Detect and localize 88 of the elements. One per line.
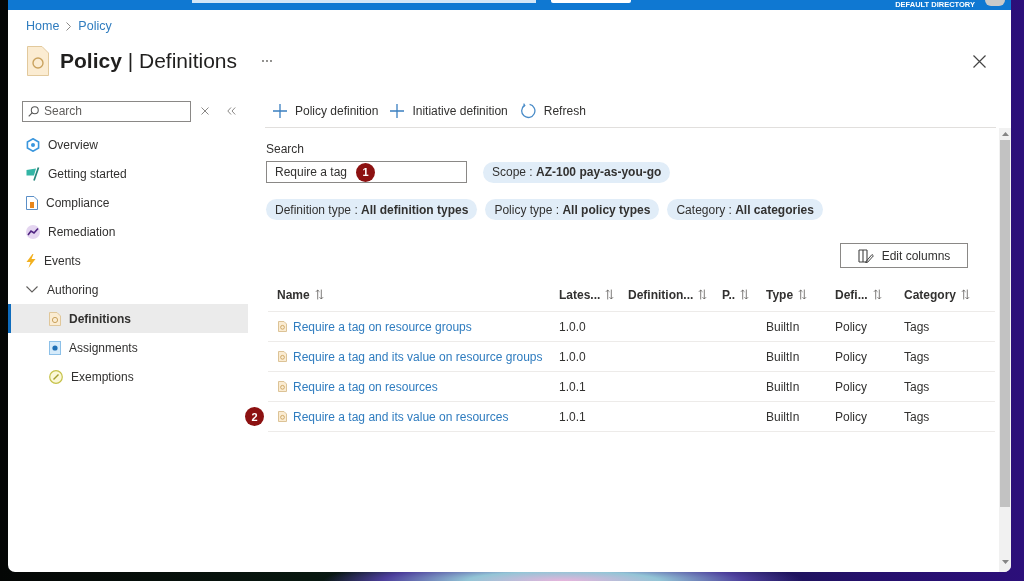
- refresh-icon: [519, 103, 536, 119]
- toolbar-button[interactable]: Initiative definition: [384, 98, 514, 124]
- sort-icon: [605, 289, 615, 300]
- definition-link[interactable]: Require a tag and its value on resource groups: [293, 349, 543, 364]
- document-circle-icon: [278, 321, 287, 332]
- table-cell: 1.0.0: [559, 319, 586, 334]
- top-search-field[interactable]: [192, 0, 536, 3]
- breadcrumb-link[interactable]: Home: [26, 19, 60, 33]
- table-cell: Policy: [835, 349, 867, 364]
- double-chevron-left-icon: [227, 107, 236, 115]
- filter-pill[interactable]: Category : All categories: [667, 199, 823, 220]
- clear-button[interactable]: [200, 106, 210, 116]
- definition-link[interactable]: Require a tag and its value on resources: [293, 409, 509, 424]
- toolbar-button[interactable]: Policy definition: [267, 98, 385, 124]
- column-header[interactable]: Lates...: [559, 287, 615, 302]
- columns-edit-icon: [857, 248, 874, 263]
- nav-item[interactable]: Events: [8, 246, 248, 275]
- filter-pill[interactable]: Definition type : All definition types: [266, 199, 478, 220]
- table-cell: 1.0.1: [559, 409, 586, 424]
- sort-icon: [314, 289, 324, 300]
- document-circle-icon: [278, 411, 287, 422]
- table-cell: BuiltIn: [766, 409, 800, 424]
- nav-item[interactable]: Exemptions: [8, 362, 248, 391]
- definition-link[interactable]: Require a tag on resources: [293, 379, 438, 394]
- scrollbar-thumb[interactable]: [1000, 140, 1010, 507]
- document-circle-icon: [278, 351, 287, 362]
- column-header[interactable]: Name: [277, 287, 324, 302]
- hexagon-icon: [26, 137, 40, 152]
- table-cell: BuiltIn: [766, 349, 800, 364]
- filter-pill[interactable]: Policy type : All policy types: [485, 199, 660, 220]
- close-icon: [973, 54, 986, 68]
- scope-filter-pill[interactable]: Scope : AZ-100 pay-as-you-go: [483, 161, 671, 183]
- plus-icon: [390, 104, 405, 118]
- nav-item[interactable]: Overview: [8, 130, 248, 159]
- collapse-button[interactable]: [226, 106, 237, 116]
- sort-icon: [698, 289, 708, 300]
- sort-icon: [740, 289, 750, 300]
- document-circle-icon: [278, 381, 287, 392]
- edit-columns-button[interactable]: Edit columns: [840, 243, 968, 268]
- sort-icon: [798, 289, 808, 300]
- more-button[interactable]: [261, 57, 274, 65]
- close-button[interactable]: [972, 53, 987, 69]
- sort-icon: [961, 289, 970, 300]
- caret-up-icon[interactable]: [1001, 132, 1009, 136]
- table-cell: Tags: [904, 409, 930, 424]
- table-cell: Policy: [835, 379, 867, 394]
- table-cell: Policy: [835, 409, 867, 424]
- column-header[interactable]: Defi...: [835, 287, 882, 302]
- column-header[interactable]: Type: [766, 287, 808, 302]
- search-label: Search: [266, 142, 305, 156]
- lightning-icon: [26, 253, 36, 268]
- chevron-right-icon: [66, 21, 72, 31]
- table-cell: Tags: [904, 349, 930, 364]
- table-cell: Tags: [904, 319, 930, 334]
- table-cell: 1.0.0: [559, 349, 586, 364]
- nav-item[interactable]: Remediation: [8, 217, 248, 246]
- caret-down-icon[interactable]: [1001, 560, 1009, 564]
- nav-item[interactable]: Assignments: [8, 333, 248, 362]
- flag-icon: [26, 166, 40, 181]
- toolbar-button[interactable]: Refresh: [513, 98, 592, 124]
- table-cell: Policy: [835, 319, 867, 334]
- definition-link[interactable]: Require a tag on resource groups: [293, 319, 472, 334]
- close-icon: [201, 107, 209, 115]
- table-cell: 1.0.1: [559, 379, 586, 394]
- callout-badge: 1: [356, 162, 375, 182]
- plus-icon: [273, 104, 287, 118]
- sort-icon: [872, 289, 882, 300]
- search-field[interactable]: Search: [22, 100, 191, 122]
- column-header[interactable]: P..: [722, 287, 750, 302]
- trend-line-icon: [26, 224, 40, 239]
- nav-item[interactable]: Definitions: [8, 304, 248, 333]
- scrollbar[interactable]: [999, 128, 1011, 572]
- table-cell: BuiltIn: [766, 319, 800, 334]
- page-title: Policy | Definitions: [60, 48, 238, 74]
- document-icon: [26, 195, 38, 210]
- callout-badge: 2: [245, 407, 264, 426]
- nav-item[interactable]: Getting started: [8, 159, 248, 188]
- column-header[interactable]: Category: [904, 287, 970, 302]
- circle-pencil-icon: [49, 369, 63, 384]
- breadcrumb-link[interactable]: Policy: [78, 19, 112, 33]
- search-icon: [28, 105, 39, 117]
- nav-item[interactable]: Authoring: [8, 275, 248, 304]
- nav-item[interactable]: Compliance: [8, 188, 248, 217]
- avatar-icon[interactable]: [985, 0, 1005, 6]
- chevron-down-icon[interactable]: [26, 286, 38, 293]
- column-header[interactable]: Definition...: [628, 287, 708, 302]
- table-cell: Tags: [904, 379, 930, 394]
- table-cell: BuiltIn: [766, 379, 800, 394]
